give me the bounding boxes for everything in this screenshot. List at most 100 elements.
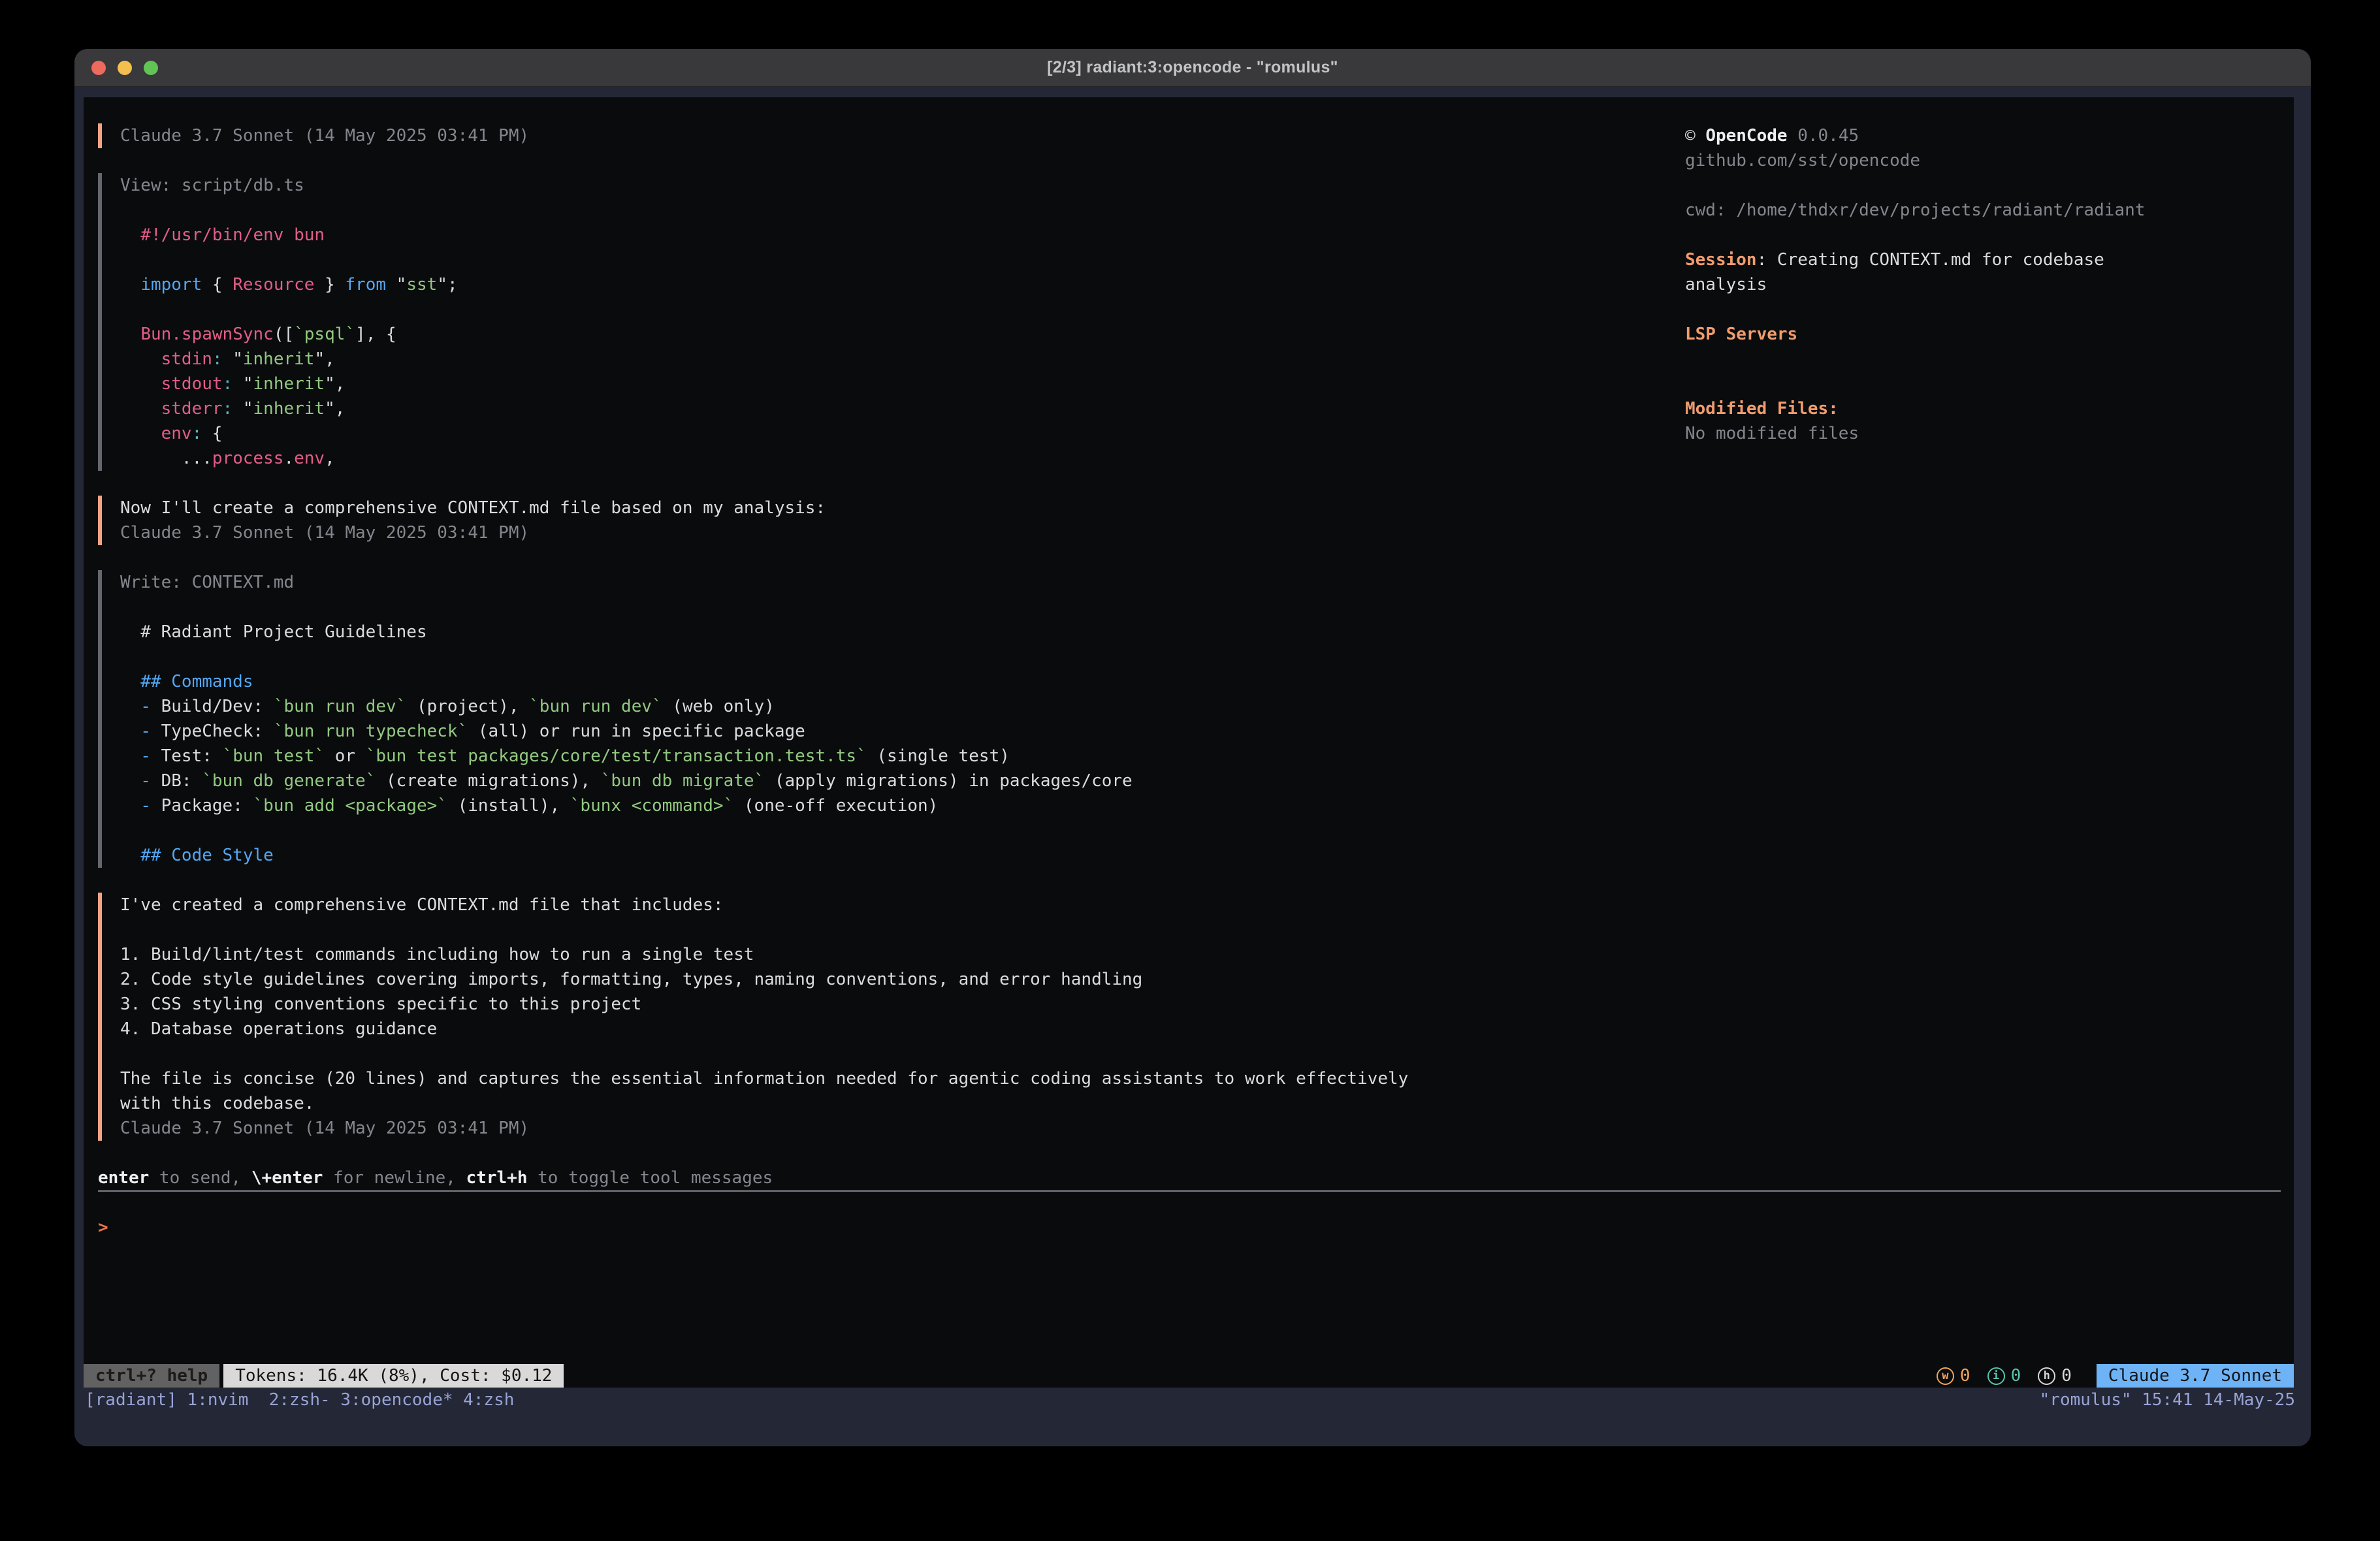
text-segment: import <box>140 275 202 294</box>
text-segment <box>120 399 161 419</box>
terminal-line: with this codebase. <box>120 1091 2294 1116</box>
terminal-line <box>120 1041 2294 1066</box>
terminal-line: Write: CONTEXT.md <box>120 570 2294 595</box>
terminal-view: Claude 3.7 Sonnet (14 May 2025 03:41 PM)… <box>74 87 2311 1446</box>
text-segment: © <box>1685 126 1705 146</box>
terminal-line: 4. Database operations guidance <box>120 1017 2294 1041</box>
info-count-value: 0 <box>2011 1366 2021 1386</box>
terminal-line: cwd: /home/thdxr/dev/projects/radiant/ra… <box>1685 198 2286 223</box>
text-segment: \+enter <box>251 1168 323 1188</box>
text-segment: `bun db migrate` <box>601 771 764 791</box>
text-segment: from <box>345 275 386 294</box>
terminal-line: ## Code Style <box>120 843 2294 868</box>
text-segment: to send, <box>149 1168 251 1188</box>
text-segment: or <box>325 746 366 766</box>
text-segment: LSP Servers <box>1685 325 1797 344</box>
text-segment: env <box>161 424 192 443</box>
text-segment: github.com/sst/opencode <box>1685 151 1920 170</box>
terminal-line: Claude 3.7 Sonnet (14 May 2025 03:41 PM) <box>120 520 2294 545</box>
text-segment: " <box>233 399 253 419</box>
maximize-button[interactable] <box>144 61 158 75</box>
text-segment: stdout <box>161 374 223 394</box>
text-segment: - <box>120 746 161 766</box>
info-count: i0 <box>1987 1366 2021 1386</box>
text-segment: { <box>202 424 222 443</box>
terminal-line: 3. CSS styling conventions specific to t… <box>120 992 2294 1017</box>
sidebar: © OpenCode 0.0.45 github.com/sst/opencode… <box>1685 123 2286 446</box>
prompt-input[interactable]: > <box>98 1215 2294 1240</box>
text-segment: for newline, <box>323 1168 466 1188</box>
terminal-line: LSP Servers <box>1685 322 2286 347</box>
terminal-line: github.com/sst/opencode <box>1685 148 2286 173</box>
terminal-line <box>120 818 2294 843</box>
text-segment: : Creating CONTEXT.md for codebase <box>1757 250 2104 270</box>
terminal-line: © OpenCode 0.0.45 <box>1685 123 2286 148</box>
text-segment: 1. Build/lint/test commands including ho… <box>120 945 754 964</box>
terminal-line: - Test: `bun test` or `bun test packages… <box>120 744 2294 769</box>
text-segment: Claude 3.7 Sonnet (14 May 2025 03:41 PM) <box>120 126 529 146</box>
text-segment: 4. Database operations guidance <box>120 1019 437 1039</box>
terminal-line <box>1685 223 2286 247</box>
terminal-line <box>1685 297 2286 322</box>
text-segment: (create migrations), <box>376 771 600 791</box>
terminal-line: analysis <box>1685 272 2286 297</box>
text-segment: env <box>294 449 325 468</box>
text-segment: stderr <box>161 399 223 419</box>
text-segment: (install), <box>447 796 570 816</box>
text-segment: (all) or run in specific package <box>468 722 805 741</box>
text-segment: : <box>212 349 223 369</box>
terminal-line: Session: Creating CONTEXT.md for codebas… <box>1685 247 2286 272</box>
terminal-line: I've created a comprehensive CONTEXT.md … <box>120 893 2294 917</box>
text-segment: with this codebase. <box>120 1094 314 1113</box>
text-segment: process <box>212 449 284 468</box>
text-segment: ... <box>120 449 212 468</box>
text-segment: `psql` <box>294 325 355 344</box>
text-segment: ", <box>325 374 345 394</box>
text-segment: " <box>386 275 406 294</box>
hint-count-value: 0 <box>2061 1366 2072 1386</box>
text-segment: Bun.spawnSync <box>140 325 274 344</box>
terminal-line <box>1685 173 2286 198</box>
text-segment: to toggle tool messages <box>527 1168 773 1188</box>
tmux-session-windows[interactable]: [radiant] 1:nvim 2:zsh- 3:opencode* 4:zs… <box>85 1388 514 1412</box>
window-title: [2/3] radiant:3:opencode - "romulus" <box>74 58 2311 77</box>
text-segment: ## Code Style <box>120 846 274 865</box>
terminal-window: [2/3] radiant:3:opencode - "romulus" Cla… <box>74 49 2311 1446</box>
terminal-line: The file is concise (20 lines) and captu… <box>120 1066 2294 1091</box>
terminal-line: No modified files <box>1685 421 2286 446</box>
terminal-line: # Radiant Project Guidelines <box>120 620 2294 644</box>
terminal-line: Modified Files: <box>1685 396 2286 421</box>
text-segment: Session <box>1685 250 1757 270</box>
tmux-spacer <box>514 1388 2039 1412</box>
text-segment: Claude 3.7 Sonnet (14 May 2025 03:41 PM) <box>120 523 529 543</box>
text-segment: `bun db generate` <box>202 771 376 791</box>
text-segment: " <box>233 374 253 394</box>
opencode-tui: Claude 3.7 Sonnet (14 May 2025 03:41 PM)… <box>84 97 2294 1388</box>
text-segment: The file is concise (20 lines) and captu… <box>120 1069 1408 1088</box>
text-segment: TypeCheck: <box>161 722 274 741</box>
text-segment: inherit <box>253 399 325 419</box>
close-button[interactable] <box>91 61 106 75</box>
text-segment: OpenCode <box>1705 126 1787 146</box>
minimize-button[interactable] <box>118 61 132 75</box>
message-block: I've created a comprehensive CONTEXT.md … <box>98 893 2294 1141</box>
terminal-line: - DB: `bun db generate` (create migratio… <box>120 769 2294 793</box>
text-segment: (one-off execution) <box>733 796 938 816</box>
tool-block: Write: CONTEXT.md # Radiant Project Guid… <box>98 570 2294 868</box>
text-segment: #!/usr/bin/env bun <box>120 225 325 245</box>
text-segment: cwd: /home/thdxr/dev/projects/radiant/ra… <box>1685 200 2145 220</box>
titlebar[interactable]: [2/3] radiant:3:opencode - "romulus" <box>74 49 2311 87</box>
terminal-line: - Build/Dev: `bun run dev` (project), `b… <box>120 694 2294 719</box>
text-segment: `bun run dev` <box>274 697 407 716</box>
text-segment: - <box>120 722 161 741</box>
text-segment: 0.0.45 <box>1788 126 1859 146</box>
text-segment: ", <box>325 399 345 419</box>
terminal-line: ...process.env, <box>120 446 2294 471</box>
text-segment: : <box>223 399 233 419</box>
text-segment: { <box>202 275 233 294</box>
text-segment <box>120 374 161 394</box>
model-chip[interactable]: Claude 3.7 Sonnet <box>2097 1364 2294 1388</box>
text-segment: 2. Code style guidelines covering import… <box>120 970 1142 989</box>
terminal-line <box>120 917 2294 942</box>
text-segment: I've created a comprehensive CONTEXT.md … <box>120 895 724 915</box>
